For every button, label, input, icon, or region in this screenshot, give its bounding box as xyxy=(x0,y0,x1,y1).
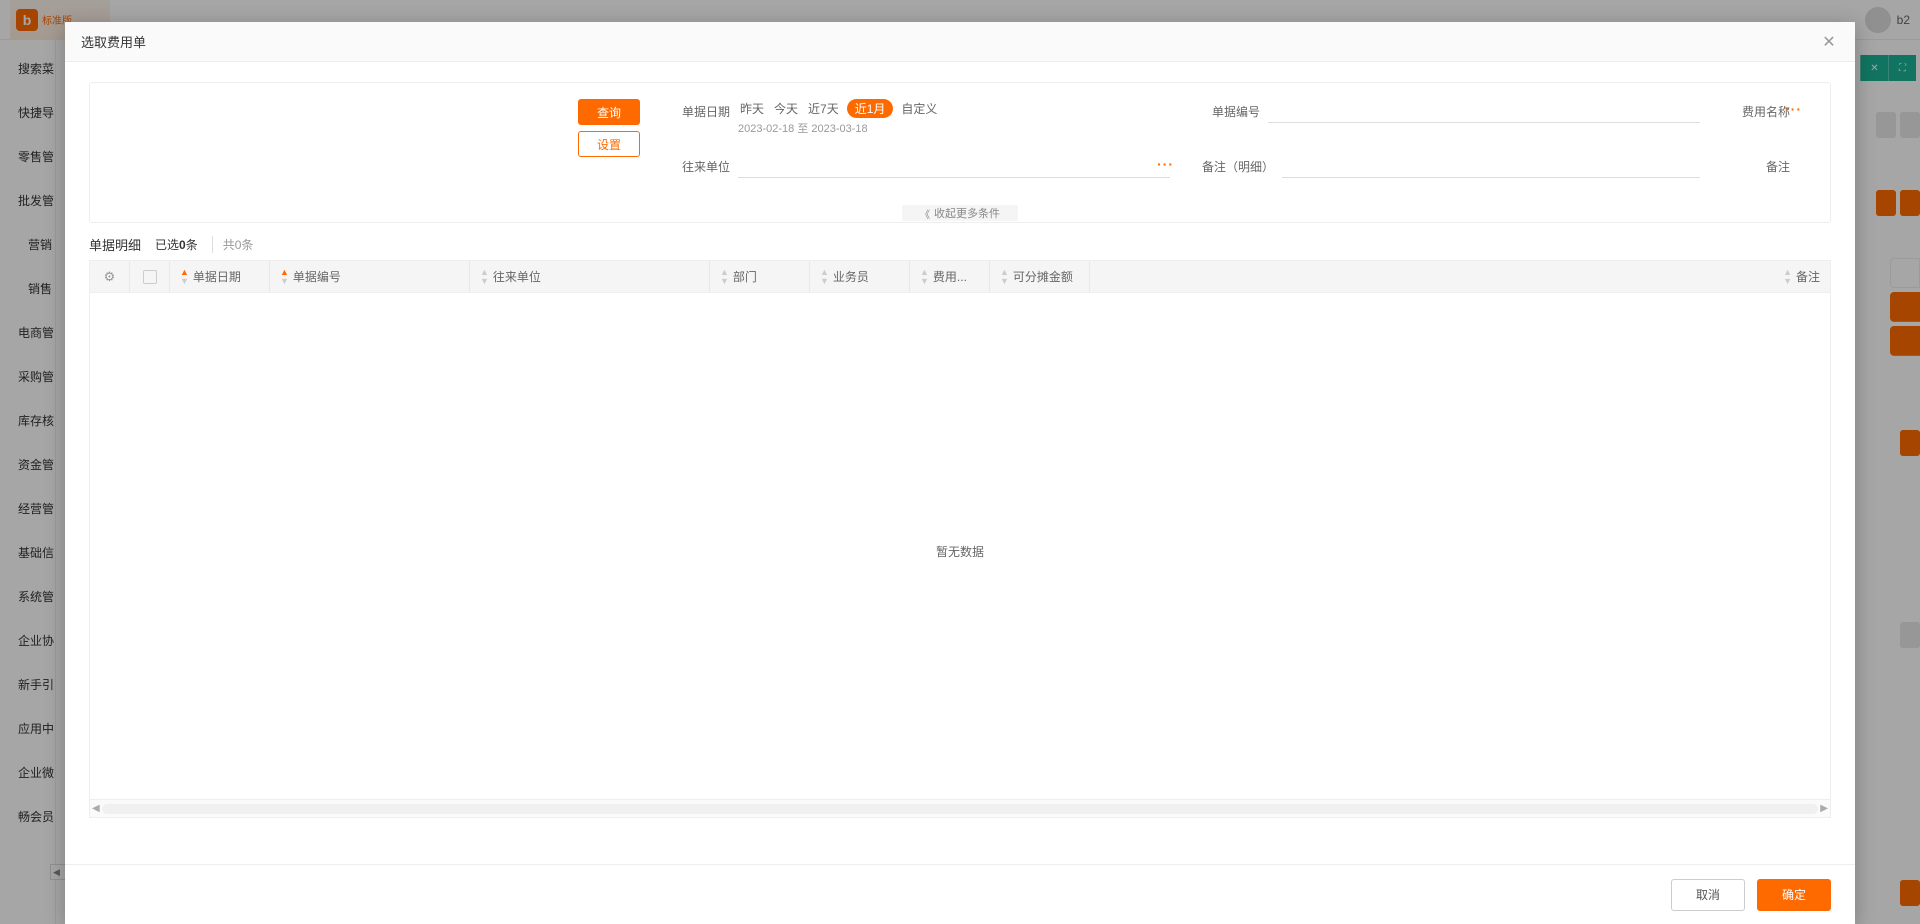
col-date-label: 单据日期 xyxy=(193,268,241,285)
col-alloc-label: 可分摊金额 xyxy=(1013,268,1073,285)
select-expense-modal: 选取费用单 ✕ 单据日期 昨天 今天 近7天 近1月 xyxy=(65,22,1855,924)
chevron-up-icon: 《 xyxy=(920,206,930,221)
modal-title: 选取费用单 xyxy=(81,32,146,51)
date-shortcuts: 昨天 今天 近7天 近1月 自定义 xyxy=(738,99,1170,118)
filter-remark-detail: 备注（明细） xyxy=(1190,154,1700,190)
scroll-track[interactable] xyxy=(102,804,1819,814)
detail-total: 共0条 xyxy=(212,236,254,253)
col-remark-label: 备注 xyxy=(1796,268,1820,285)
cancel-button[interactable]: 取消 xyxy=(1671,879,1745,911)
filter-panel: 单据日期 昨天 今天 近7天 近1月 自定义 2023-02-18 至 2023… xyxy=(89,82,1831,223)
filter-docno: 单据编号 xyxy=(1190,99,1700,136)
col-date[interactable]: 单据日期 xyxy=(170,261,270,292)
detail-title: 单据明细 xyxy=(89,235,141,254)
col-dept-label: 部门 xyxy=(733,268,757,285)
remark-detail-input[interactable] xyxy=(1282,154,1700,178)
empty-state: 暂无数据 xyxy=(90,293,1830,560)
collapse-bar: 《 收起更多条件 xyxy=(130,206,1790,222)
query-button[interactable]: 查询 xyxy=(578,99,640,125)
sort-icon xyxy=(820,268,829,286)
table-settings-button[interactable] xyxy=(90,261,130,292)
table-hscroll[interactable]: ◀ ▶ xyxy=(90,799,1830,817)
date-shortcut-last7[interactable]: 近7天 xyxy=(806,99,841,118)
col-docno[interactable]: 单据编号 xyxy=(270,261,470,292)
col-partner-label: 往来单位 xyxy=(493,268,541,285)
sort-icon xyxy=(720,268,729,286)
filter-feename: 费用名称 ··· xyxy=(1720,99,1790,136)
col-fee-label: 费用... xyxy=(933,268,967,285)
sort-icon xyxy=(280,268,289,286)
table-head: 单据日期 单据编号 往来单位 部门 xyxy=(90,261,1830,293)
filter-partner-label: 往来单位 xyxy=(660,154,730,175)
date-shortcut-last1m[interactable]: 近1月 xyxy=(847,99,894,118)
sort-icon xyxy=(1783,268,1792,286)
col-dept[interactable]: 部门 xyxy=(710,261,810,292)
date-range-text: 2023-02-18 至 2023-03-18 xyxy=(738,120,1170,136)
detail-selected: 已选0条 xyxy=(155,236,198,253)
docno-input[interactable] xyxy=(1268,99,1700,123)
close-icon[interactable]: ✕ xyxy=(1819,32,1839,52)
detail-table: 单据日期 单据编号 往来单位 部门 xyxy=(89,260,1831,818)
sort-icon xyxy=(1000,268,1009,286)
checkbox-icon xyxy=(143,270,157,284)
detail-selected-count: 0 xyxy=(179,238,186,252)
filter-partner: 往来单位 ··· xyxy=(660,154,1170,190)
sort-icon xyxy=(180,268,189,286)
detail-selected-prefix: 已选 xyxy=(155,238,179,252)
collapse-label: 收起更多条件 xyxy=(934,205,1000,221)
col-remark[interactable]: 备注 xyxy=(1090,261,1830,292)
col-partner[interactable]: 往来单位 xyxy=(470,261,710,292)
filter-date-label: 单据日期 xyxy=(660,99,730,120)
filter-date: 单据日期 昨天 今天 近7天 近1月 自定义 2023-02-18 至 2023… xyxy=(660,99,1170,136)
more-icon[interactable]: ··· xyxy=(1157,156,1174,172)
sort-icon xyxy=(920,268,929,286)
sort-icon xyxy=(480,268,489,286)
filter-docno-label: 单据编号 xyxy=(1190,99,1260,120)
filter-remark: 备注 xyxy=(1720,154,1790,190)
more-icon[interactable]: ··· xyxy=(1785,101,1802,117)
detail-selected-suffix: 条 xyxy=(186,238,198,252)
date-shortcut-yesterday[interactable]: 昨天 xyxy=(738,99,766,118)
modal-footer: 取消 确定 xyxy=(65,864,1855,924)
date-shortcut-custom[interactable]: 自定义 xyxy=(899,99,939,118)
collapse-button[interactable]: 《 收起更多条件 xyxy=(902,205,1018,221)
modal-overlay: 选取费用单 ✕ 单据日期 昨天 今天 近7天 近1月 xyxy=(0,0,1920,924)
partner-input[interactable] xyxy=(738,154,1170,178)
confirm-button[interactable]: 确定 xyxy=(1757,879,1831,911)
select-all-checkbox[interactable] xyxy=(130,261,170,292)
col-docno-label: 单据编号 xyxy=(293,268,341,285)
chevron-left-icon[interactable]: ◀ xyxy=(92,803,100,814)
date-shortcut-today[interactable]: 今天 xyxy=(772,99,800,118)
settings-button[interactable]: 设置 xyxy=(578,131,640,157)
col-alloc[interactable]: 可分摊金额 xyxy=(990,261,1090,292)
col-operator-label: 业务员 xyxy=(833,268,869,285)
col-fee[interactable]: 费用... xyxy=(910,261,990,292)
gear-icon xyxy=(104,269,116,285)
modal-header: 选取费用单 ✕ xyxy=(65,22,1855,62)
col-operator[interactable]: 业务员 xyxy=(810,261,910,292)
filter-actions: 查询 设置 xyxy=(130,99,640,208)
filter-remark-detail-label: 备注（明细） xyxy=(1190,154,1274,175)
detail-header: 单据明细 已选0条 共0条 xyxy=(89,235,1831,254)
chevron-right-icon[interactable]: ▶ xyxy=(1820,803,1828,814)
filter-remark-label: 备注 xyxy=(1720,154,1790,175)
filter-feename-label: 费用名称 xyxy=(1720,99,1790,120)
modal-body: 单据日期 昨天 今天 近7天 近1月 自定义 2023-02-18 至 2023… xyxy=(65,62,1855,864)
